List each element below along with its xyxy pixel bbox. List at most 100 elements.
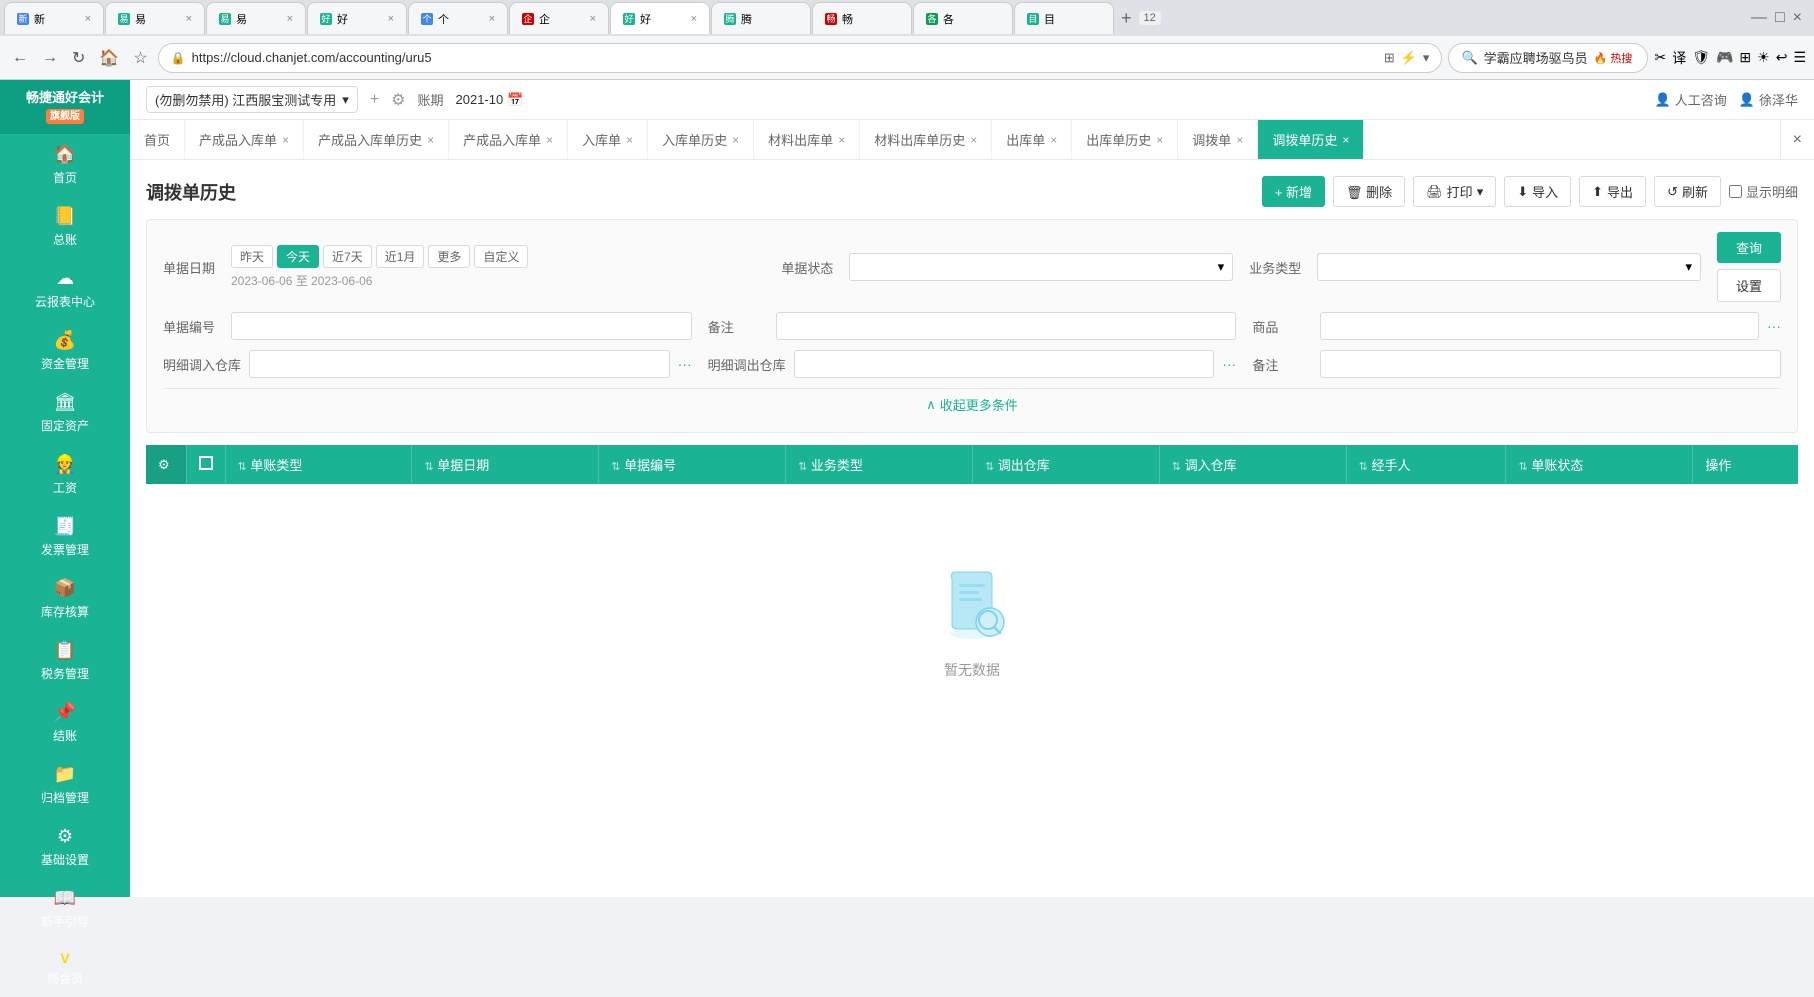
browser-tab-6[interactable]: 企 企 × xyxy=(509,2,609,34)
tab-close-icon-3[interactable]: × xyxy=(287,13,293,25)
period-value[interactable]: 2021-10 📅 xyxy=(456,92,524,108)
nav-tab-in-history[interactable]: 入库单历史 × xyxy=(648,120,754,159)
remark-input[interactable] xyxy=(776,312,1237,340)
sidebar-item-close[interactable]: 📌 结账 xyxy=(0,692,130,754)
nav-tab-close-icon[interactable]: × xyxy=(282,133,289,147)
translate-icon[interactable]: 译 xyxy=(1672,48,1686,68)
sidebar-item-assets[interactable]: 🏛 固定资产 xyxy=(0,382,130,444)
nav-tab-out[interactable]: 出库单 × xyxy=(992,120,1072,159)
display-toggle[interactable]: 显示明细 xyxy=(1729,182,1798,201)
date-btn-7days[interactable]: 近7天 xyxy=(323,245,372,268)
nav-tab-product-in[interactable]: 产成品入库单 × xyxy=(185,120,304,159)
date-btn-more[interactable]: 更多 xyxy=(428,245,470,268)
sidebar-item-archive[interactable]: 📁 归档管理 xyxy=(0,754,130,816)
detail-in-input[interactable] xyxy=(249,350,670,378)
new-tab-button[interactable]: + xyxy=(1115,8,1138,29)
th-checkbox[interactable] xyxy=(186,445,225,484)
biz-type-select[interactable]: ▾ xyxy=(1317,253,1701,281)
sidebar-item-finance[interactable]: 💰 资金管理 xyxy=(0,320,130,382)
browser-tab-9[interactable]: 畅 畅 xyxy=(812,2,912,34)
shield-icon[interactable]: 🛡 xyxy=(1692,49,1710,66)
delete-button[interactable]: 🗑 删除 xyxy=(1333,176,1405,207)
sidebar-item-inventory[interactable]: 📦 库存核算 xyxy=(0,568,130,630)
select-all-checkbox[interactable] xyxy=(199,456,213,470)
close-icon[interactable]: × xyxy=(1793,9,1802,27)
user-info[interactable]: 👤 徐泽华 xyxy=(1739,90,1798,109)
th-transfer-in[interactable]: ⇅ 调入仓库 xyxy=(1159,445,1346,484)
sidebar-item-tax[interactable]: 📋 税务管理 xyxy=(0,630,130,692)
nav-tab-close-icon-9[interactable]: × xyxy=(1156,133,1163,147)
export-button[interactable]: ⬆ 导出 xyxy=(1579,176,1646,207)
nav-tab-home[interactable]: 首页 xyxy=(130,120,185,159)
th-biz-type[interactable]: ⇅ 业务类型 xyxy=(786,445,973,484)
gear-icon[interactable]: ⚙ xyxy=(391,90,405,110)
sidebar-item-settings[interactable]: ⚙ 基础设置 xyxy=(0,816,130,878)
sidebar-item-member[interactable]: V 畅会员 xyxy=(0,940,130,997)
th-doc-status[interactable]: ⇅ 单账状态 xyxy=(1506,445,1693,484)
company-selector[interactable]: (勿删勿禁用) 江西服宝测试专用 ▾ xyxy=(146,86,358,113)
forward-button[interactable]: → xyxy=(38,47,62,69)
tab-close-icon-7[interactable]: × xyxy=(691,13,697,25)
browser-tab-1[interactable]: 新 新 × xyxy=(4,2,104,34)
nav-tab-close-icon-4[interactable]: × xyxy=(626,133,633,147)
browser-tab-11[interactable]: 目 目 xyxy=(1014,2,1114,34)
collapse-button[interactable]: ∧ 收起更多条件 xyxy=(163,388,1781,420)
game-icon[interactable]: 🎮 xyxy=(1716,49,1733,66)
nav-tab-transfer[interactable]: 调拨单 × xyxy=(1178,120,1258,159)
browser-tab-3[interactable]: 易 易 × xyxy=(206,2,306,34)
refresh-button[interactable]: ↻ xyxy=(68,46,89,70)
browser-tab-10[interactable]: 各 各 xyxy=(913,2,1013,34)
tab-close-icon[interactable]: × xyxy=(85,13,91,25)
address-bar[interactable]: 🔒 https://cloud.chanjet.com/accounting/u… xyxy=(158,43,1443,73)
nav-tab-product-in-history[interactable]: 产成品入库单历史 × xyxy=(304,120,449,159)
th-doc-date[interactable]: ⇅ 单据日期 xyxy=(412,445,599,484)
new-button[interactable]: + 新增 xyxy=(1262,176,1325,207)
sidebar-item-payroll[interactable]: 👷 工资 xyxy=(0,444,130,506)
nav-tab-close-icon-2[interactable]: × xyxy=(427,133,434,147)
browser-tab-2[interactable]: 易 易 × xyxy=(105,2,205,34)
detail-out-ellipsis-icon[interactable]: ··· xyxy=(1222,356,1236,372)
scissors-icon[interactable]: ✂ xyxy=(1654,49,1666,66)
th-doc-type[interactable]: ⇅ 单账类型 xyxy=(225,445,412,484)
sidebar-item-ledger[interactable]: 📒 总账 xyxy=(0,196,130,258)
settings-button[interactable]: 设置 xyxy=(1717,269,1781,302)
nav-tab-close-icon-8[interactable]: × xyxy=(1050,133,1057,147)
browser-tab-5[interactable]: 个 个 × xyxy=(408,2,508,34)
nav-tab-transfer-history[interactable]: 调拨单历史 × xyxy=(1258,120,1364,159)
undo-icon[interactable]: ↩ xyxy=(1776,49,1788,66)
nav-tab-close-icon-11[interactable]: × xyxy=(1342,133,1349,147)
nav-tab-material-out[interactable]: 材料出库单 × xyxy=(754,120,860,159)
display-toggle-checkbox[interactable] xyxy=(1729,185,1742,198)
nav-tab-material-out-history[interactable]: 材料出库单历史 × xyxy=(860,120,992,159)
nav-tab-close-icon-10[interactable]: × xyxy=(1236,133,1243,147)
close-all-tabs[interactable]: × xyxy=(1780,120,1814,159)
sidebar-item-home[interactable]: 🏠 首页 xyxy=(0,134,130,196)
query-button[interactable]: 查询 xyxy=(1717,232,1781,263)
back-button[interactable]: ← xyxy=(8,47,32,69)
nav-tab-close-icon-6[interactable]: × xyxy=(838,133,845,147)
maximize-icon[interactable]: □ xyxy=(1775,9,1785,27)
nav-tab-close-icon-7[interactable]: × xyxy=(970,133,977,147)
search-bar[interactable]: 🔍 学霸应聘场驱鸟员 🔥 热搜 xyxy=(1448,43,1648,73)
bookmark-button[interactable]: ☆ xyxy=(129,46,151,70)
nav-tab-in[interactable]: 入库单 × xyxy=(568,120,648,159)
nav-tab-close-icon-5[interactable]: × xyxy=(732,133,739,147)
th-transfer-out[interactable]: ⇅ 调出仓库 xyxy=(972,445,1159,484)
browser-tab-4[interactable]: 好 好 × xyxy=(307,2,407,34)
theme-icon[interactable]: ☀ xyxy=(1757,49,1770,66)
goods-ellipsis-icon[interactable]: ··· xyxy=(1767,318,1781,334)
nav-tab-out-history[interactable]: 出库单历史 × xyxy=(1072,120,1178,159)
add-company-icon[interactable]: + xyxy=(370,91,379,109)
nav-tab-close-icon-3[interactable]: × xyxy=(546,133,553,147)
date-btn-yesterday[interactable]: 昨天 xyxy=(231,245,273,268)
import-button[interactable]: ⬇ 导入 xyxy=(1504,176,1571,207)
note-input[interactable] xyxy=(1320,350,1781,378)
status-select[interactable]: ▾ xyxy=(849,253,1233,281)
th-doc-no[interactable]: ⇅ 单据编号 xyxy=(599,445,786,484)
detail-out-input[interactable] xyxy=(794,350,1215,378)
nav-tab-product-in2[interactable]: 产成品入库单 × xyxy=(449,120,568,159)
dropdown-icon[interactable]: ▾ xyxy=(1423,50,1430,66)
tab-close-icon-4[interactable]: × xyxy=(388,13,394,25)
tab-close-icon-2[interactable]: × xyxy=(186,13,192,25)
date-btn-today[interactable]: 今天 xyxy=(277,245,319,268)
